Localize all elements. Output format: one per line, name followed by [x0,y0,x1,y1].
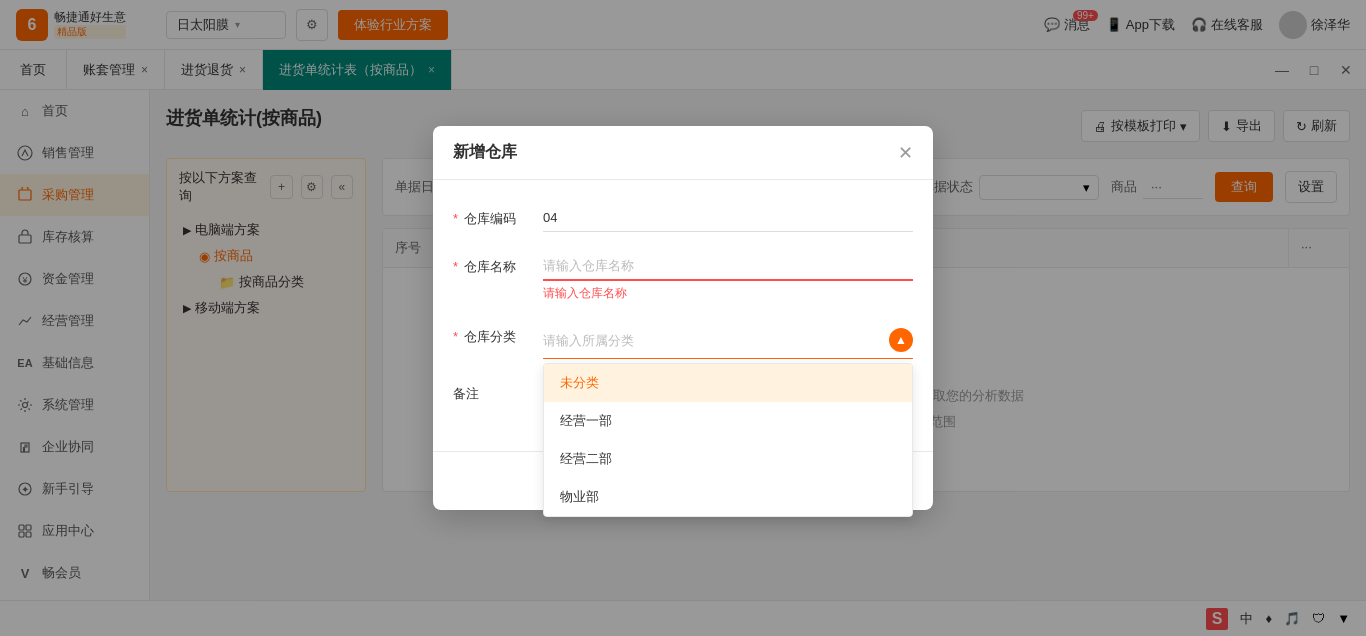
modal-add-warehouse: 新增仓库 ✕ * 仓库编码 * 仓库名称 [433,126,933,510]
category-dropdown-toggle[interactable]: ▲ [889,328,913,352]
form-control-name: 请输入仓库名称 [543,252,913,302]
dropdown-item-uncategorized[interactable]: 未分类 [544,364,912,402]
form-control-code [543,204,913,232]
warehouse-category-input[interactable] [543,333,889,348]
warehouse-code-input[interactable] [543,204,913,232]
form-label-code: * 仓库编码 [453,204,543,228]
form-label-category: * 仓库分类 [453,322,543,346]
modal-title: 新增仓库 [453,142,517,163]
modal-overlay[interactable]: 新增仓库 ✕ * 仓库编码 * 仓库名称 [0,0,1366,636]
form-row-code: * 仓库编码 [453,204,913,232]
modal-close-button[interactable]: ✕ [898,144,913,162]
form-label-name: * 仓库名称 [453,252,543,276]
warehouse-name-input[interactable] [543,252,913,281]
modal-body: * 仓库编码 * 仓库名称 请输入仓库名称 [433,180,933,451]
modal-header: 新增仓库 ✕ [433,126,933,180]
form-control-category: ▲ 未分类 经营一部 经营二部 物业部 [543,322,913,359]
category-dropdown: 未分类 经营一部 经营二部 物业部 [543,363,913,517]
dropdown-item-property[interactable]: 物业部 [544,478,912,516]
name-error-message: 请输入仓库名称 [543,285,913,302]
form-row-name: * 仓库名称 请输入仓库名称 [453,252,913,302]
category-input-wrapper: ▲ [543,322,913,359]
form-row-category: * 仓库分类 ▲ 未分类 经营一部 经营二部 物业部 [453,322,913,359]
dropdown-item-dept1[interactable]: 经营一部 [544,402,912,440]
dropdown-item-dept2[interactable]: 经营二部 [544,440,912,478]
form-label-note: 备注 [453,379,543,403]
